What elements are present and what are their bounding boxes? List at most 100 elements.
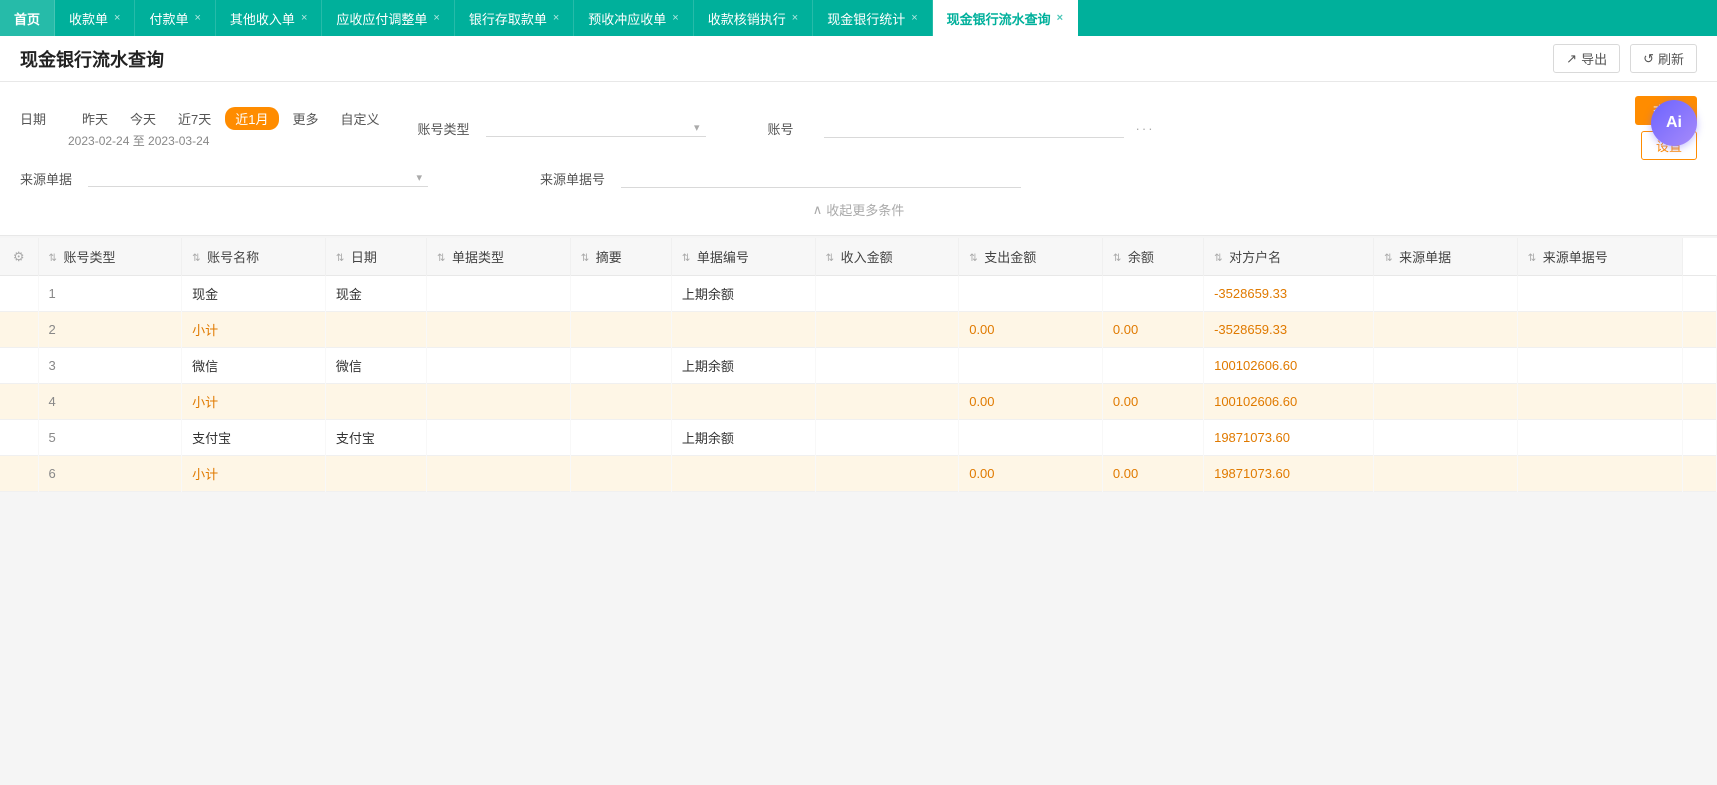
cell-expense: 0.00	[1102, 312, 1203, 348]
nav-tab-liushuichaxun[interactable]: 现金银行流水查询 ×	[933, 0, 1078, 36]
date-opt-today[interactable]: 今天	[122, 107, 164, 130]
nav-tab-fukuandan[interactable]: 付款单 ×	[135, 0, 215, 36]
cell-account-type: 微信	[182, 348, 326, 384]
cell-income	[959, 348, 1103, 384]
sort-icon[interactable]: ⇅	[581, 253, 589, 264]
close-icon[interactable]: ×	[911, 12, 917, 24]
collapse-bar[interactable]: ∧ 收起更多条件	[20, 196, 1697, 225]
cell-doc-no	[815, 384, 959, 420]
cell-balance: 19871073.60	[1204, 420, 1374, 456]
cell-row-num: 4	[38, 384, 182, 420]
close-icon[interactable]: ×	[114, 12, 120, 24]
cell-account-name: 微信	[325, 348, 426, 384]
cell-summary: 上期余额	[671, 348, 815, 384]
col-doc-no: ⇅ 单据编号	[671, 238, 815, 276]
nav-tab-shoukuandan[interactable]: 收款单 ×	[55, 0, 135, 36]
cell-source-doc-no	[1682, 276, 1716, 312]
cell-expense	[1102, 276, 1203, 312]
table-row[interactable]: 5支付宝支付宝上期余额19871073.60	[0, 420, 1717, 456]
export-button[interactable]: ↗ 导出	[1553, 44, 1620, 73]
nav-tab-yushou[interactable]: 预收冲应收单 ×	[574, 0, 693, 36]
table-row[interactable]: 2小计0.000.00-3528659.33	[0, 312, 1717, 348]
cell-counterpart	[1374, 348, 1518, 384]
sort-icon[interactable]: ⇅	[826, 253, 834, 264]
source-doc-no-input[interactable]	[621, 168, 1021, 188]
date-opt-more[interactable]: 更多	[285, 107, 327, 130]
cell-expense: 0.00	[1102, 456, 1203, 492]
close-icon[interactable]: ×	[1057, 12, 1063, 24]
col-balance: ⇅ 余额	[1102, 238, 1203, 276]
source-doc-select[interactable]: ▾	[88, 169, 428, 187]
close-icon[interactable]: ×	[792, 12, 798, 24]
nav-tab-xianjintongji[interactable]: 现金银行统计 ×	[813, 0, 932, 36]
cell-source-doc-no	[1682, 312, 1716, 348]
cell-doc-no	[815, 456, 959, 492]
top-nav: 首页 收款单 × 付款单 × 其他收入单 × 应收应付调整单 × 银行存取款单 …	[0, 0, 1717, 36]
source-doc-label: 来源单据	[20, 169, 72, 188]
col-counterpart: ⇅ 对方户名	[1204, 238, 1374, 276]
close-icon[interactable]: ×	[553, 12, 559, 24]
sort-icon[interactable]: ⇅	[969, 253, 977, 264]
sort-icon[interactable]: ⇅	[336, 253, 344, 264]
filter-row-1: 日期 昨天 今天 近7天 近1月 更多 自定义 2023-02-24 至 202…	[20, 96, 1697, 160]
sort-icon[interactable]: ⇅	[1214, 253, 1222, 264]
sort-icon[interactable]: ⇅	[1528, 253, 1536, 264]
cell-date	[427, 276, 571, 312]
col-source-doc: ⇅ 来源单据	[1374, 238, 1518, 276]
date-opt-1month[interactable]: 近1月	[225, 107, 278, 130]
date-label: 日期	[20, 109, 60, 128]
cell-counterpart	[1374, 312, 1518, 348]
table-row[interactable]: 4小计0.000.00100102606.60	[0, 384, 1717, 420]
more-dots-icon[interactable]: ···	[1136, 121, 1155, 136]
nav-tab-shoukuanxiaoxiao[interactable]: 收款核销执行 ×	[694, 0, 813, 36]
date-opt-7days[interactable]: 近7天	[170, 107, 219, 130]
cell-doc-no	[815, 420, 959, 456]
ai-assistant-button[interactable]: Ai	[1651, 100, 1697, 146]
refresh-icon: ↺	[1643, 51, 1654, 67]
cell-income: 0.00	[959, 312, 1103, 348]
cell-expense	[1102, 420, 1203, 456]
cell-summary: 上期余额	[671, 420, 815, 456]
table-row[interactable]: 1现金现金上期余额-3528659.33	[0, 276, 1717, 312]
col-doc-type: ⇅ 单据类型	[427, 238, 571, 276]
cell-doc-type	[570, 348, 671, 384]
table-wrapper: ⚙ ⇅ 账号类型 ⇅ 账号名称 ⇅ 日期 ⇅ 单据类型	[0, 238, 1717, 492]
filter-row-2: 来源单据 ▾ 来源单据号	[20, 168, 1697, 188]
cell-account-type: 小计	[182, 312, 326, 348]
table-header-row: ⚙ ⇅ 账号类型 ⇅ 账号名称 ⇅ 日期 ⇅ 单据类型	[0, 238, 1717, 276]
cell-date	[427, 348, 571, 384]
sort-icon[interactable]: ⇅	[192, 253, 200, 264]
account-type-select[interactable]: ▾	[486, 119, 706, 137]
cell-source-doc	[1517, 276, 1682, 312]
table-row[interactable]: 3微信微信上期余额100102606.60	[0, 348, 1717, 384]
cell-account-name	[325, 312, 426, 348]
nav-tab-yingshouyingfu[interactable]: 应收应付调整单 ×	[322, 0, 454, 36]
sort-icon[interactable]: ⇅	[49, 253, 57, 264]
gear-icon[interactable]: ⚙	[13, 249, 25, 264]
close-icon[interactable]: ×	[194, 12, 200, 24]
sort-icon[interactable]: ⇅	[1384, 253, 1392, 264]
cell-balance: -3528659.33	[1204, 312, 1374, 348]
close-icon[interactable]: ×	[301, 12, 307, 24]
sort-icon[interactable]: ⇅	[437, 253, 445, 264]
sort-icon[interactable]: ⇅	[1113, 253, 1121, 264]
cell-counterpart	[1374, 456, 1518, 492]
data-table: ⚙ ⇅ 账号类型 ⇅ 账号名称 ⇅ 日期 ⇅ 单据类型	[0, 238, 1717, 492]
refresh-button[interactable]: ↺ 刷新	[1630, 44, 1697, 73]
nav-tab-yinhangcunqu[interactable]: 银行存取款单 ×	[455, 0, 574, 36]
cell-summary: 上期余额	[671, 276, 815, 312]
cell-doc-type	[570, 456, 671, 492]
nav-tab-qitashouru[interactable]: 其他收入单 ×	[216, 0, 322, 36]
close-icon[interactable]: ×	[672, 12, 678, 24]
cell-doc-type	[570, 384, 671, 420]
col-date: ⇅ 日期	[325, 238, 426, 276]
nav-home[interactable]: 首页	[0, 0, 55, 36]
sort-icon[interactable]: ⇅	[682, 253, 690, 264]
cell-date	[427, 384, 571, 420]
row-gear-cell	[0, 456, 38, 492]
date-opt-custom[interactable]: 自定义	[333, 107, 388, 130]
date-opt-yesterday[interactable]: 昨天	[74, 107, 116, 130]
account-input[interactable]	[824, 118, 1124, 138]
table-row[interactable]: 6小计0.000.0019871073.60	[0, 456, 1717, 492]
close-icon[interactable]: ×	[433, 12, 439, 24]
